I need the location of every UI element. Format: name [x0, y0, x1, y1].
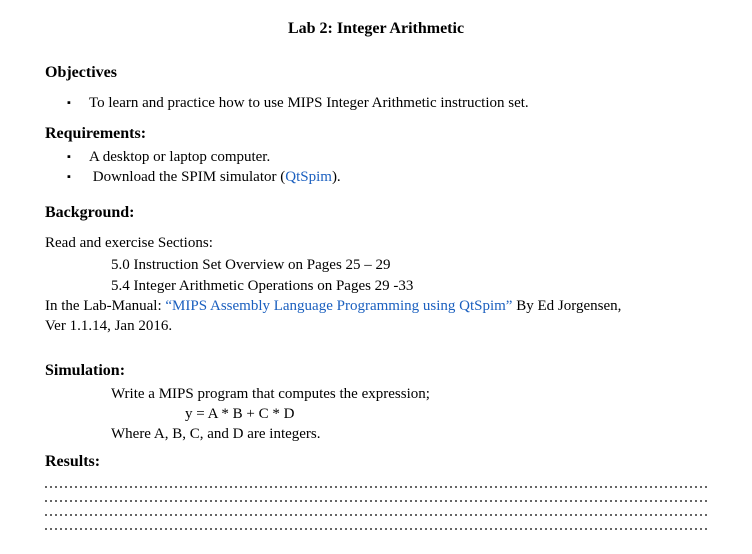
background-manual: In the Lab-Manual: “MIPS Assembly Langua… [45, 296, 707, 316]
lab-title: Lab 2: Integer Arithmetic [45, 18, 707, 40]
requirements-list: A desktop or laptop computer. Download t… [45, 147, 707, 188]
manual-author: By Ed Jorgensen, [512, 298, 621, 314]
results-line [45, 490, 707, 504]
results-line [45, 504, 707, 518]
objectives-heading: Objectives [45, 62, 707, 84]
background-heading: Background: [45, 202, 707, 224]
results-line [45, 476, 707, 490]
simulation-task: Write a MIPS program that computes the e… [45, 384, 707, 404]
list-item: A desktop or laptop computer. [89, 147, 707, 167]
requirements-heading: Requirements: [45, 123, 707, 145]
manual-version: Ver 1.1.14, Jan 2016. [45, 316, 707, 336]
manual-prefix: In the Lab-Manual: [45, 298, 165, 314]
simulation-expression: y = A * B + C * D [45, 404, 707, 424]
simulation-constraint: Where A, B, C, and D are integers. [45, 424, 707, 444]
results-lines [45, 476, 707, 532]
simulation-heading: Simulation: [45, 360, 707, 382]
requirement-text-prefix: Download the SPIM simulator ( [93, 169, 286, 185]
results-line [45, 518, 707, 532]
list-item: To learn and practice how to use MIPS In… [89, 93, 707, 113]
list-item: Download the SPIM simulator (QtSpim). [89, 167, 707, 187]
background-section: 5.4 Integer Arithmetic Operations on Pag… [45, 276, 707, 296]
requirement-text-suffix: ). [332, 169, 341, 185]
background-block: Read and exercise Sections: 5.0 Instruct… [45, 233, 707, 336]
qtspim-link[interactable]: QtSpim [285, 169, 332, 185]
objectives-list: To learn and practice how to use MIPS In… [45, 93, 707, 113]
simulation-block: Write a MIPS program that computes the e… [45, 384, 707, 445]
background-section: 5.0 Instruction Set Overview on Pages 25… [45, 255, 707, 275]
background-intro: Read and exercise Sections: [45, 233, 707, 253]
results-heading: Results: [45, 451, 707, 473]
manual-link[interactable]: MIPS Assembly Language Programming using… [172, 298, 506, 314]
